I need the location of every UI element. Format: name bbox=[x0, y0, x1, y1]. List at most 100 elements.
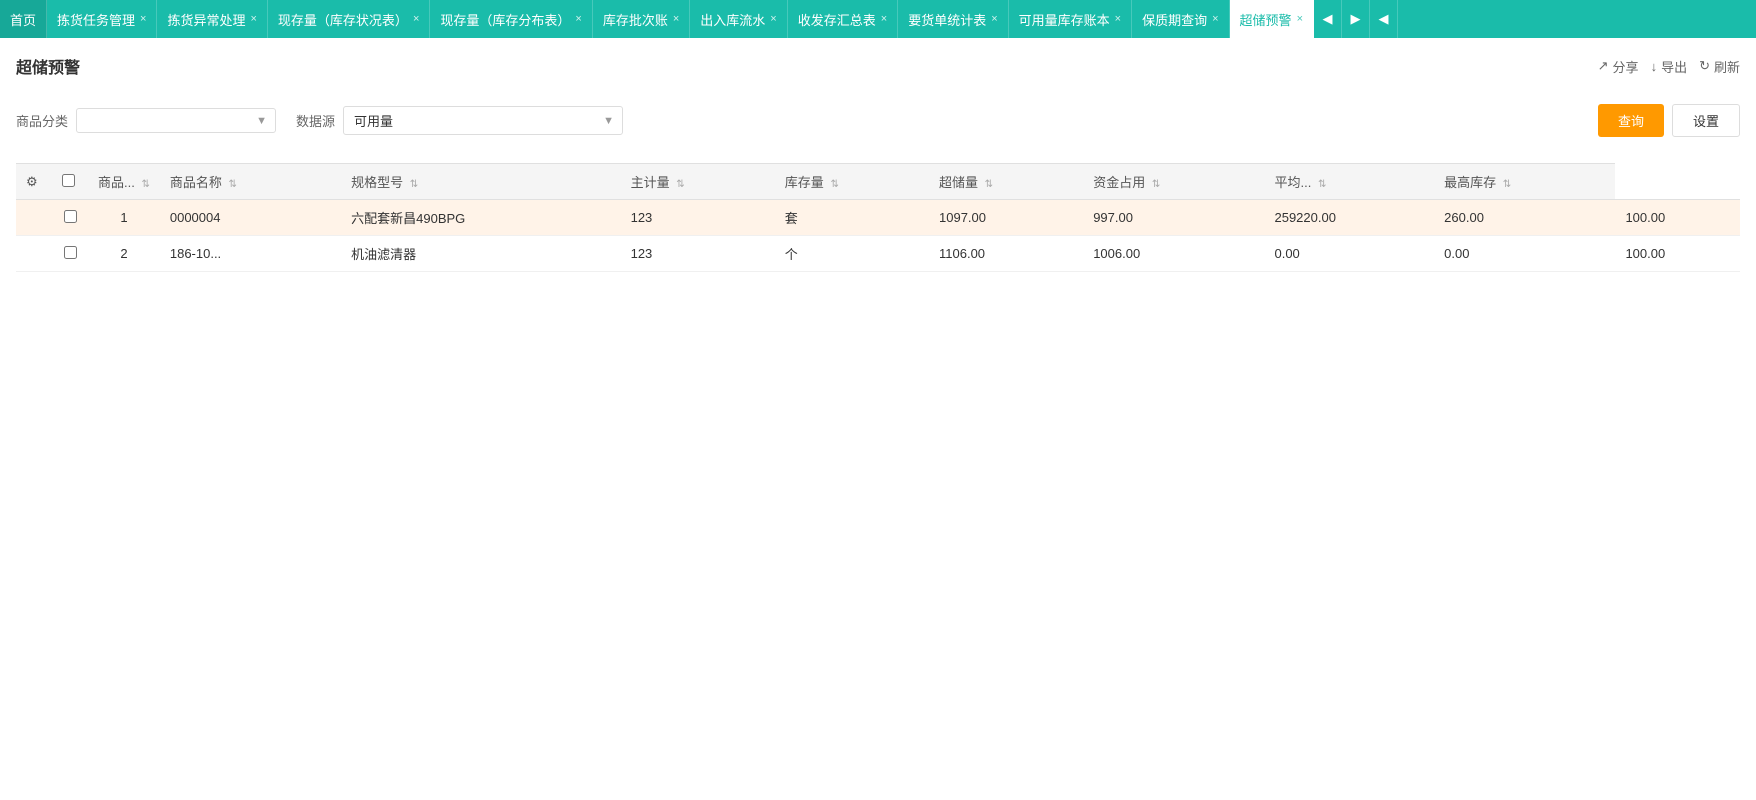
col-unit: 主计量 ⇅ bbox=[621, 164, 775, 200]
row-avg: 260.00 bbox=[1434, 200, 1615, 236]
category-value bbox=[85, 113, 89, 128]
filter-actions: 查询 设置 bbox=[1598, 104, 1740, 137]
close-icon[interactable]: × bbox=[770, 13, 776, 25]
row-capital: 0.00 bbox=[1264, 236, 1434, 272]
close-icon[interactable]: × bbox=[575, 13, 581, 25]
row-checkbox[interactable] bbox=[64, 210, 77, 223]
row-code: 186-10... bbox=[160, 236, 341, 272]
col-maxstock: 最高库存 ⇅ bbox=[1434, 164, 1615, 200]
nav-pick-abnormal[interactable]: 拣货异常处理 × bbox=[157, 0, 267, 38]
sort-icon[interactable]: ⇅ bbox=[1152, 179, 1160, 190]
close-icon[interactable]: × bbox=[881, 13, 887, 25]
data-table: ⚙ 商品... ⇅ 商品名称 ⇅ 规格型号 ⇅ 主计量 bbox=[16, 163, 1740, 272]
sort-icon[interactable]: ⇅ bbox=[141, 179, 149, 190]
table-row: 1 0000004 六配套新昌490BPG 123 套 1097.00 997.… bbox=[16, 200, 1740, 236]
row-maxstock: 100.00 bbox=[1615, 236, 1740, 272]
nav-home[interactable]: 首页 bbox=[0, 0, 47, 38]
close-icon[interactable]: × bbox=[1297, 13, 1303, 25]
row-checkbox[interactable] bbox=[64, 246, 77, 259]
sort-icon[interactable]: ⇅ bbox=[985, 179, 993, 190]
category-label: 商品分类 bbox=[16, 111, 68, 130]
share-button[interactable]: ↗ 分享 bbox=[1598, 57, 1639, 76]
row-maxstock: 100.00 bbox=[1615, 200, 1740, 236]
share-icon: ↗ bbox=[1598, 58, 1609, 74]
gear-icon[interactable]: ⚙ bbox=[26, 174, 38, 189]
nav-overstock-warning[interactable]: 超储预警 × bbox=[1230, 0, 1314, 38]
col-code-label: 商品... bbox=[98, 175, 135, 190]
col-unit-label: 主计量 bbox=[631, 175, 670, 190]
chevron-down-icon: ▼ bbox=[256, 115, 267, 127]
col-capital-label: 资金占用 bbox=[1093, 175, 1145, 190]
close-icon[interactable]: × bbox=[991, 13, 997, 25]
nav-collect-summary[interactable]: 收发存汇总表 × bbox=[788, 0, 898, 38]
nav-prev-arrow[interactable]: ◀ bbox=[1314, 0, 1342, 38]
select-all-checkbox[interactable] bbox=[62, 174, 75, 187]
row-spec: 123 bbox=[621, 236, 775, 272]
row-stock: 1097.00 bbox=[929, 200, 1083, 236]
close-icon[interactable]: × bbox=[673, 13, 679, 25]
row-name: 机油滤清器 bbox=[341, 236, 620, 272]
row-name: 六配套新昌490BPG bbox=[341, 200, 620, 236]
row-spec: 123 bbox=[621, 200, 775, 236]
datasource-filter-group: 数据源 可用量 ▼ bbox=[296, 106, 623, 135]
row-avg: 0.00 bbox=[1434, 236, 1615, 272]
nav-quality-query[interactable]: 保质期查询 × bbox=[1132, 0, 1229, 38]
settings-button[interactable]: 设置 bbox=[1672, 104, 1740, 137]
refresh-icon: ↻ bbox=[1699, 58, 1710, 74]
nav-available-book[interactable]: 可用量库存账本 × bbox=[1009, 0, 1132, 38]
row-checkbox-cell bbox=[52, 200, 88, 236]
row-stock: 1106.00 bbox=[929, 236, 1083, 272]
category-select[interactable]: ▼ bbox=[76, 108, 276, 133]
datasource-select[interactable]: 可用量 ▼ bbox=[343, 106, 623, 135]
col-avg-label: 平均... bbox=[1274, 175, 1311, 190]
sort-icon[interactable]: ⇅ bbox=[1503, 179, 1511, 190]
col-overstock: 超储量 ⇅ bbox=[929, 164, 1083, 200]
row-settings-cell bbox=[16, 200, 52, 236]
sort-icon[interactable]: ⇅ bbox=[1318, 179, 1326, 190]
header-actions: ↗ 分享 ↓ 导出 ↻ 刷新 bbox=[1598, 57, 1740, 76]
nav-expand-arrow[interactable]: ◀ bbox=[1370, 0, 1398, 38]
col-name: 商品名称 ⇅ bbox=[160, 164, 341, 200]
filter-bar: 商品分类 ▼ 数据源 可用量 ▼ 查询 设置 bbox=[16, 94, 1740, 147]
nav-stock-batch[interactable]: 库存批次账 × bbox=[593, 0, 690, 38]
close-icon[interactable]: × bbox=[1212, 13, 1218, 25]
col-checkbox bbox=[52, 164, 88, 200]
close-icon[interactable]: × bbox=[140, 13, 146, 25]
col-overstock-label: 超储量 bbox=[939, 175, 978, 190]
nav-next-arrow[interactable]: ▶ bbox=[1342, 0, 1370, 38]
sort-icon[interactable]: ⇅ bbox=[229, 179, 237, 190]
nav-pick-task[interactable]: 拣货任务管理 × bbox=[47, 0, 157, 38]
row-number: 2 bbox=[88, 236, 160, 272]
export-icon: ↓ bbox=[1651, 59, 1658, 74]
nav-inout-flow[interactable]: 出入库流水 × bbox=[690, 0, 787, 38]
col-name-label: 商品名称 bbox=[170, 175, 222, 190]
col-code: 商品... ⇅ bbox=[88, 164, 160, 200]
export-button[interactable]: ↓ 导出 bbox=[1651, 57, 1688, 76]
datasource-label: 数据源 bbox=[296, 111, 335, 130]
row-capital: 259220.00 bbox=[1264, 200, 1434, 236]
col-spec-label: 规格型号 bbox=[351, 175, 403, 190]
close-icon[interactable]: × bbox=[1115, 13, 1121, 25]
row-code: 0000004 bbox=[160, 200, 341, 236]
sort-icon[interactable]: ⇅ bbox=[676, 179, 684, 190]
nav-stock-dist[interactable]: 现存量（库存分布表） × bbox=[430, 0, 592, 38]
row-settings-cell bbox=[16, 236, 52, 272]
close-icon[interactable]: × bbox=[413, 13, 419, 25]
row-overstock: 997.00 bbox=[1083, 200, 1264, 236]
col-avg: 平均... ⇅ bbox=[1264, 164, 1434, 200]
col-settings: ⚙ bbox=[16, 164, 52, 200]
row-checkbox-cell bbox=[52, 236, 88, 272]
datasource-value: 可用量 bbox=[354, 111, 393, 130]
sort-icon[interactable]: ⇅ bbox=[830, 179, 838, 190]
query-button[interactable]: 查询 bbox=[1598, 104, 1664, 137]
nav-requisition-stats[interactable]: 要货单统计表 × bbox=[898, 0, 1008, 38]
row-number: 1 bbox=[88, 200, 160, 236]
col-stock-label: 库存量 bbox=[785, 175, 824, 190]
page-header: 超储预警 ↗ 分享 ↓ 导出 ↻ 刷新 bbox=[16, 54, 1740, 78]
sort-icon[interactable]: ⇅ bbox=[410, 179, 418, 190]
nav-stock-status[interactable]: 现存量（库存状况表） × bbox=[268, 0, 430, 38]
table-row: 2 186-10... 机油滤清器 123 个 1106.00 1006.00 … bbox=[16, 236, 1740, 272]
close-icon[interactable]: × bbox=[250, 13, 256, 25]
refresh-button[interactable]: ↻ 刷新 bbox=[1699, 57, 1740, 76]
page-title: 超储预警 bbox=[16, 54, 80, 78]
